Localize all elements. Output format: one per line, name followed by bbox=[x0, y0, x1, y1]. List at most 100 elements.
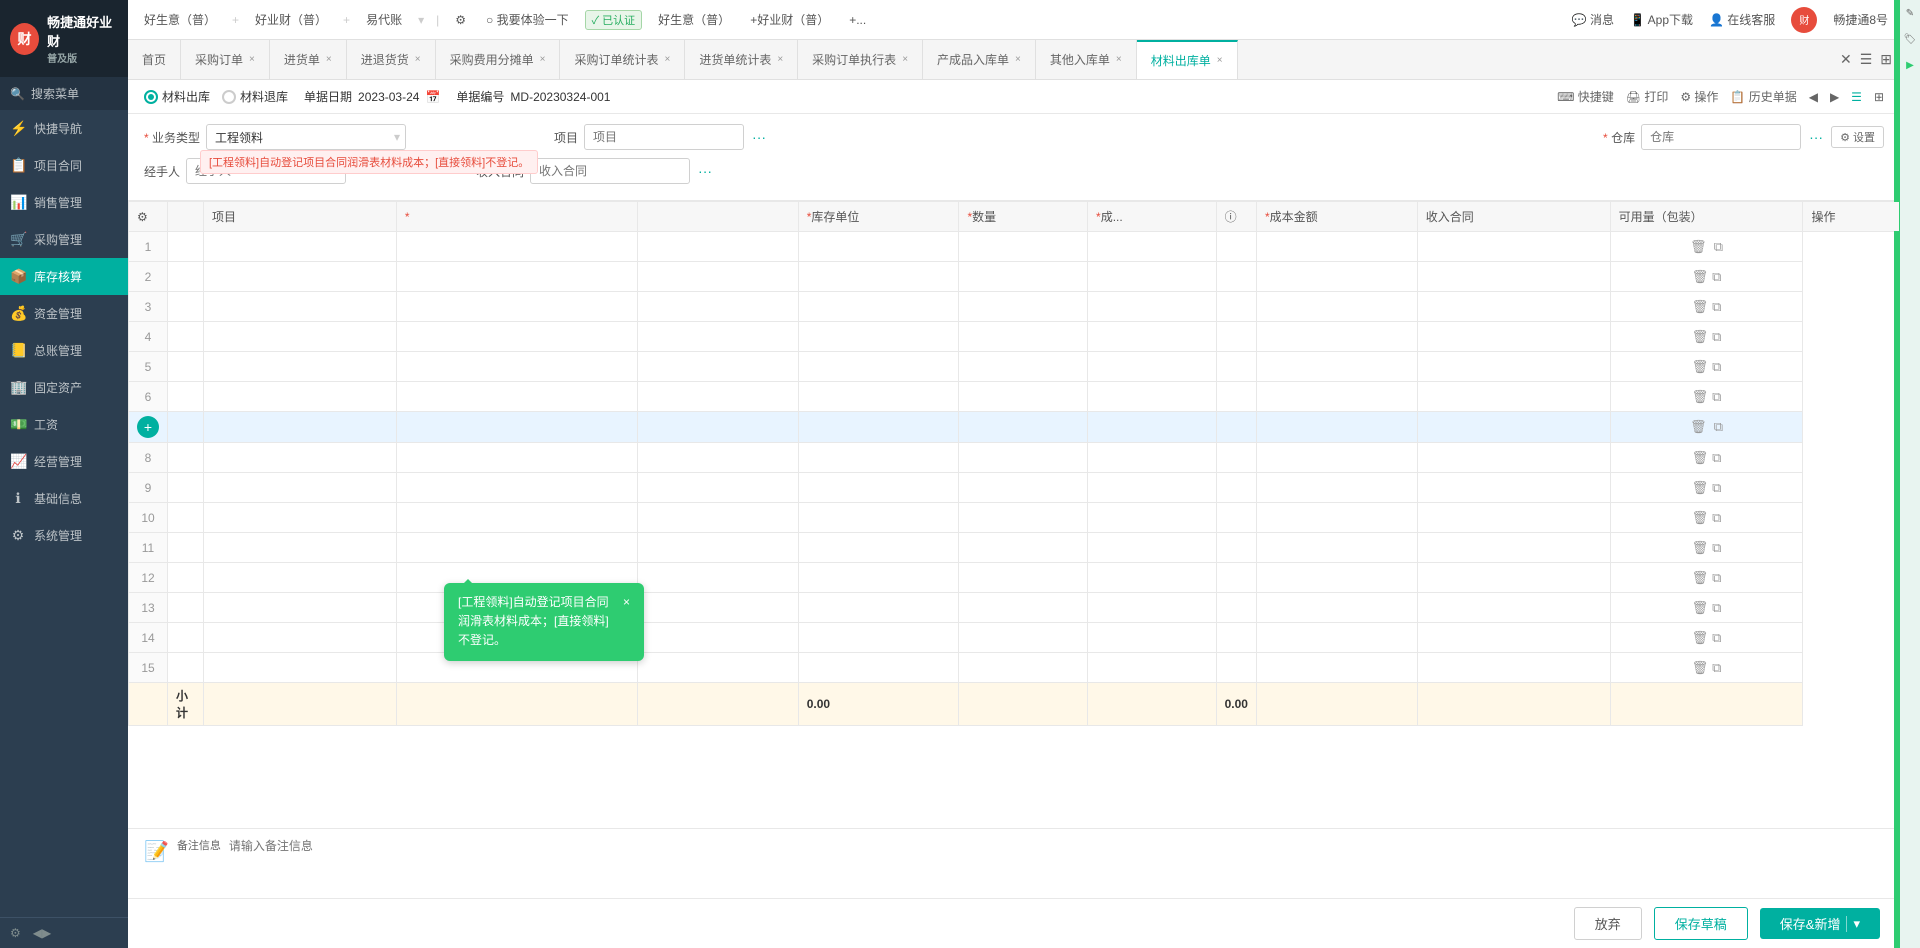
sidebar-item-quick-nav[interactable]: ⚡ 快捷导航 bbox=[0, 110, 128, 147]
print-btn[interactable]: 🖨 打印 bbox=[1626, 88, 1669, 105]
copy-row-btn[interactable]: ⧉ bbox=[1710, 568, 1723, 588]
tab-return[interactable]: 进退货货× bbox=[347, 40, 436, 80]
tab-purchase-expense[interactable]: 采购费用分摊单× bbox=[436, 40, 561, 80]
tab-purchase-stats[interactable]: 采购订单统计表× bbox=[560, 40, 685, 80]
delete-row-btn[interactable]: 🗑 bbox=[1690, 357, 1711, 377]
copy-row-btn[interactable]: ⧉ bbox=[1710, 478, 1723, 498]
col-cost-info[interactable]: ⓘ bbox=[1216, 202, 1256, 232]
sidebar-item-system[interactable]: ⚙ 系统管理 bbox=[0, 517, 128, 554]
tab-material-out[interactable]: 材料出库单× bbox=[1137, 40, 1238, 80]
copy-row-btn[interactable]: ⧉ bbox=[1710, 448, 1723, 468]
topbar-try[interactable]: ○ 我要体验一下 bbox=[482, 11, 573, 28]
topbar-yidaizhang[interactable]: 易代账 bbox=[362, 11, 406, 28]
delete-row-btn[interactable]: 🗑 bbox=[1690, 267, 1711, 287]
sidebar-item-operations[interactable]: 📈 经营管理 bbox=[0, 443, 128, 480]
copy-row-btn[interactable]: ⧉ bbox=[1710, 598, 1723, 618]
delete-row-btn[interactable]: 🗑 bbox=[1690, 448, 1711, 468]
delete-row-btn[interactable]: 🗑 bbox=[1690, 568, 1711, 588]
tab-other-in[interactable]: 其他入库单× bbox=[1036, 40, 1137, 80]
delete-row-btn[interactable]: 🗑 bbox=[1690, 598, 1711, 618]
radio-material-return[interactable]: 材料退库 bbox=[222, 88, 288, 105]
history-btn[interactable]: 📋 历史单据 bbox=[1730, 88, 1796, 105]
income-contract-dots-btn[interactable]: ··· bbox=[698, 163, 712, 179]
tab-layout1[interactable]: ☰ bbox=[1860, 51, 1873, 68]
message-btn[interactable]: 💬 消息 bbox=[1572, 11, 1614, 28]
delete-row-btn[interactable]: 🗑 bbox=[1690, 387, 1711, 407]
operation-btn[interactable]: ⚙ 操作 bbox=[1680, 88, 1718, 105]
copy-row-btn[interactable]: ⧉ bbox=[1712, 417, 1725, 437]
settings-gear-icon[interactable]: ⚙ bbox=[10, 926, 21, 940]
abandon-btn[interactable]: 放弃 bbox=[1574, 907, 1642, 940]
username[interactable]: 畅捷通8号 bbox=[1833, 11, 1888, 28]
tab-receipt-stats[interactable]: 进货单统计表× bbox=[685, 40, 798, 80]
prev-btn[interactable]: ◀ bbox=[1809, 90, 1818, 104]
tab-purchase-exec[interactable]: 采购订单执行表× bbox=[798, 40, 923, 80]
sidebar-item-salary[interactable]: 💵 工资 bbox=[0, 406, 128, 443]
radio-material-out[interactable]: 材料出库 bbox=[144, 88, 210, 105]
delete-row-btn[interactable]: 🗑 bbox=[1690, 538, 1711, 558]
warehouse-dots-btn[interactable]: ··· bbox=[1809, 129, 1823, 145]
delete-row-btn[interactable]: 🗑 bbox=[1688, 417, 1709, 437]
sidebar-item-basic-info[interactable]: ℹ 基础信息 bbox=[0, 480, 128, 517]
topbar-haoshengyi[interactable]: 好生意（普） bbox=[140, 11, 220, 28]
cell-income[interactable] bbox=[1256, 232, 1417, 262]
cell-available[interactable] bbox=[1417, 232, 1610, 262]
sidebar-item-inventory[interactable]: 📦 库存核算 bbox=[0, 258, 128, 295]
right-sidebar-green-btn[interactable]: ▶ bbox=[1901, 60, 1919, 78]
sidebar-item-assets[interactable]: 🏢 固定资产 bbox=[0, 369, 128, 406]
add-row-btn[interactable]: + bbox=[137, 416, 159, 438]
notes-input[interactable] bbox=[229, 837, 1884, 887]
right-sidebar-tag-btn[interactable]: 🏷 bbox=[1901, 34, 1919, 52]
cell-spec[interactable] bbox=[396, 232, 637, 262]
sidebar-item-project[interactable]: 📋 项目合同 bbox=[0, 147, 128, 184]
copy-row-btn[interactable]: ⧉ bbox=[1710, 508, 1723, 528]
next-btn[interactable]: ▶ bbox=[1830, 90, 1839, 104]
tab-product-in[interactable]: 产成品入库单× bbox=[923, 40, 1036, 80]
online-service-btn[interactable]: 👤 在线客服 bbox=[1709, 11, 1775, 28]
project-input[interactable] bbox=[584, 124, 744, 150]
cell-quantity[interactable] bbox=[798, 232, 959, 262]
sidebar-item-sales[interactable]: 📊 销售管理 bbox=[0, 184, 128, 221]
business-type-input[interactable] bbox=[206, 124, 406, 150]
delete-row-btn[interactable]: 🗑 bbox=[1690, 508, 1711, 528]
topbar-haoyecai2[interactable]: +好业财（普） bbox=[746, 11, 833, 28]
cell-cost[interactable] bbox=[959, 232, 1088, 262]
col-settings[interactable]: ⚙ bbox=[129, 202, 168, 232]
sidebar-item-purchase[interactable]: 🛒 采购管理 bbox=[0, 221, 128, 258]
cell-project[interactable] bbox=[168, 232, 204, 262]
app-download-btn[interactable]: 📱 App下载 bbox=[1630, 11, 1693, 28]
list-view-btn[interactable]: ⊞ bbox=[1874, 90, 1884, 104]
income-contract-input[interactable] bbox=[530, 158, 690, 184]
copy-row-btn[interactable]: ⧉ bbox=[1710, 267, 1723, 287]
copy-row-btn[interactable]: ⧉ bbox=[1710, 297, 1723, 317]
tab-home[interactable]: 首页 bbox=[128, 40, 181, 80]
user-avatar[interactable]: 财 bbox=[1791, 7, 1817, 33]
cell-cost-amount[interactable] bbox=[1216, 232, 1256, 262]
sidebar-item-finance[interactable]: 💰 资金管理 bbox=[0, 295, 128, 332]
delete-row-btn[interactable]: 🗑 bbox=[1690, 327, 1711, 347]
date-value[interactable]: 2023-03-24 bbox=[358, 90, 419, 104]
calendar-icon[interactable]: 📅 bbox=[425, 90, 440, 104]
save-draft-btn[interactable]: 保存草稿 bbox=[1654, 907, 1748, 940]
save-new-btn[interactable]: 保存&新增 ▾ bbox=[1760, 908, 1880, 939]
tooltip-close-btn[interactable]: × bbox=[623, 593, 630, 612]
grid-view-btn[interactable]: ☰ bbox=[1851, 90, 1862, 104]
tab-receipt[interactable]: 进货单× bbox=[270, 40, 347, 80]
topbar-settings[interactable]: ⚙ bbox=[451, 13, 470, 27]
copy-row-btn[interactable]: ⧉ bbox=[1710, 357, 1723, 377]
topbar-haoshengyi2[interactable]: 好生意（普） bbox=[654, 11, 734, 28]
tab-purchase-order[interactable]: 采购订单× bbox=[181, 40, 270, 80]
delete-row-btn[interactable]: 🗑 bbox=[1690, 478, 1711, 498]
topbar-haoyecai[interactable]: 好业财（普） bbox=[251, 11, 331, 28]
copy-row-btn[interactable]: ⧉ bbox=[1710, 387, 1723, 407]
dropdown-arrow-icon[interactable]: ▾ bbox=[1846, 916, 1860, 932]
copy-row-btn[interactable]: ⧉ bbox=[1710, 538, 1723, 558]
delete-row-btn[interactable]: 🗑 bbox=[1690, 628, 1711, 648]
shortcut-btn[interactable]: ⌨ 快捷键 bbox=[1557, 88, 1614, 105]
sidebar-item-ledger[interactable]: 📒 总账管理 bbox=[0, 332, 128, 369]
delete-row-btn[interactable]: 🗑 bbox=[1690, 658, 1711, 678]
cell-material[interactable] bbox=[204, 232, 397, 262]
warehouse-input[interactable] bbox=[1641, 124, 1801, 150]
copy-row-btn[interactable]: ⧉ bbox=[1710, 658, 1723, 678]
copy-row-btn[interactable]: ⧉ bbox=[1710, 327, 1723, 347]
